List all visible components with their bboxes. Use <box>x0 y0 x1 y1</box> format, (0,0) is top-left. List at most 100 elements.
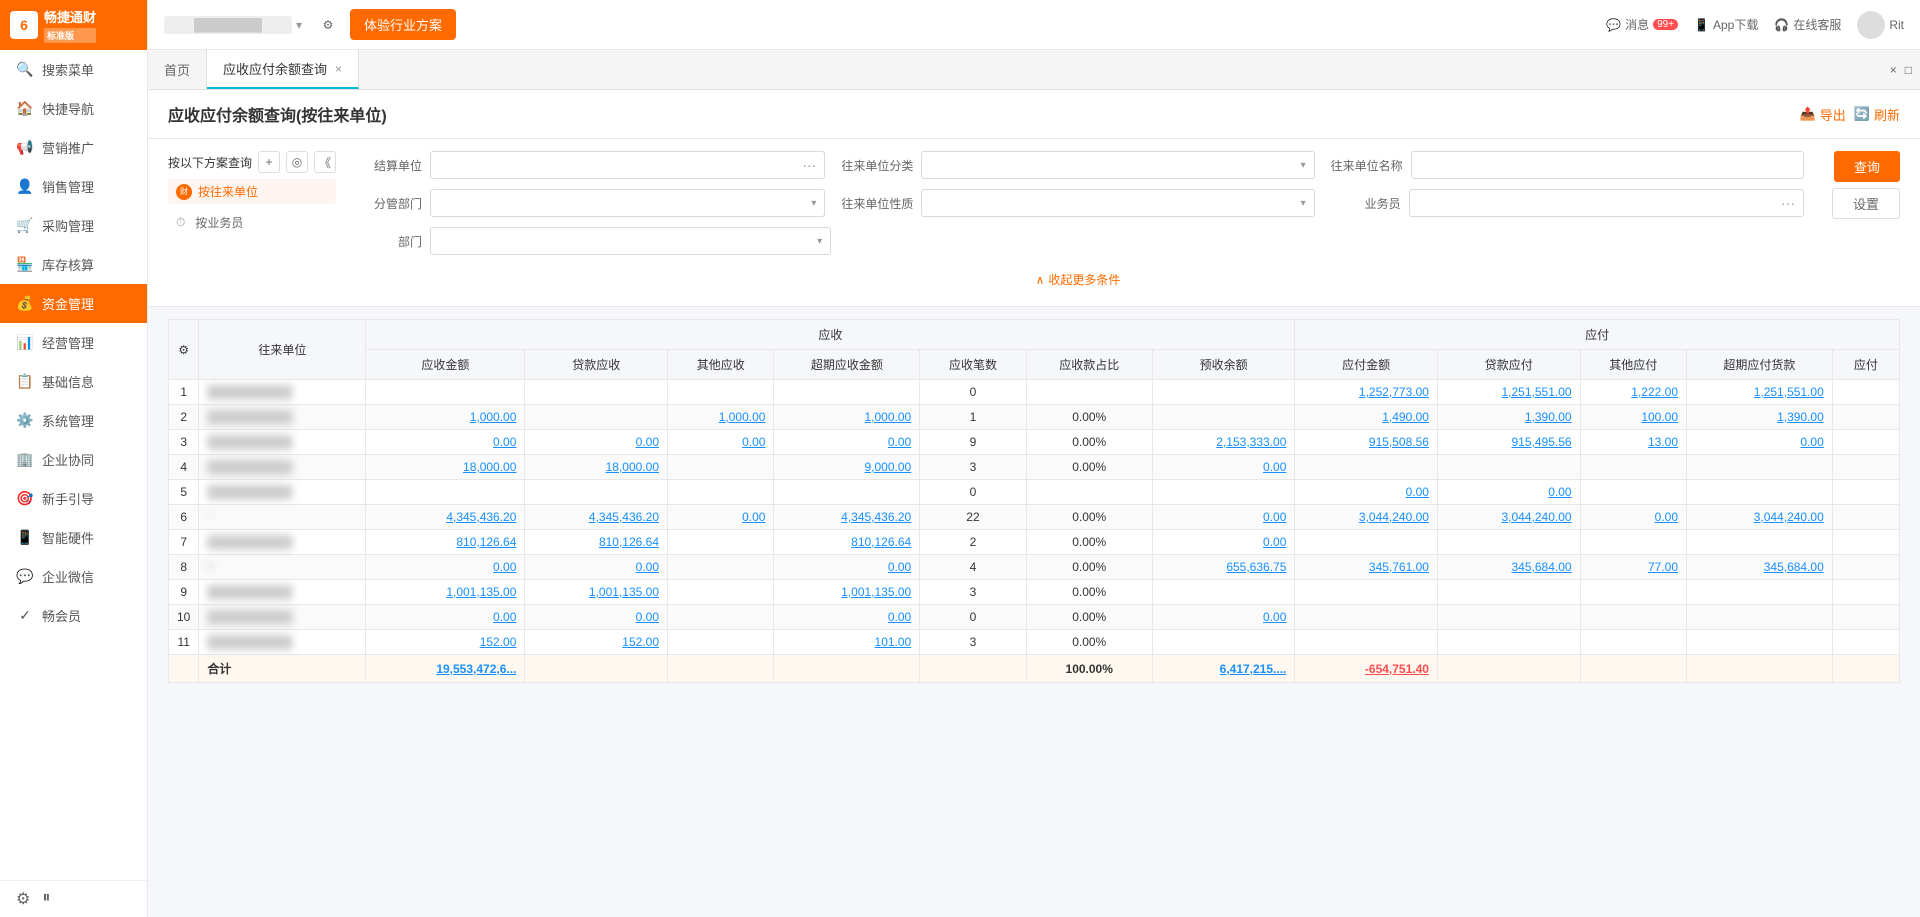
breadcrumb: ████████ ▾ <box>164 16 306 34</box>
table-row: 1██████████01,252,773.001,251,551.001,22… <box>169 380 1900 405</box>
close-all-tabs-icon[interactable]: × <box>1890 63 1897 77</box>
settlement-label: 结算单位 <box>352 157 422 174</box>
tab-receivable-query[interactable]: 应收应付余额查询 × <box>207 50 359 89</box>
basic-icon: 📋 <box>16 373 34 391</box>
table-area: ⚙ 往来单位 应收 应付 应收金额 贷款应收 其他应收 超期应收金额 应收笔数 … <box>148 307 1920 917</box>
sidebar-item-finance[interactable]: 💰 资金管理 <box>0 284 147 323</box>
sidebar-item-quick-nav[interactable]: 🏠 快捷导航 <box>0 89 147 128</box>
message-label: 消息 <box>1625 16 1649 33</box>
tabbar: 首页 应收应付余额查询 × × □ <box>148 50 1920 90</box>
name-input[interactable] <box>1411 151 1804 179</box>
inventory-icon: 🏪 <box>16 256 34 274</box>
sidebar-item-purchase[interactable]: 🛒 采购管理 <box>0 206 147 245</box>
sidebar-item-marketing[interactable]: 📢 营销推广 <box>0 128 147 167</box>
set-button[interactable]: 设置 <box>1832 188 1900 219</box>
message-badge: 99+ <box>1653 19 1678 30</box>
total-prepaid[interactable]: 6,417,215.... <box>1152 655 1295 683</box>
col-counterparty: 往来单位 <box>199 320 366 380</box>
tab-home[interactable]: 首页 <box>148 50 207 89</box>
filter-field-nature: 往来单位性质 ▾ <box>841 189 1314 217</box>
table-settings-icon[interactable]: ⚙ <box>169 320 199 380</box>
sidebar-item-guide[interactable]: 🎯 新手引导 <box>0 479 147 518</box>
category-input[interactable]: ▾ <box>921 151 1314 179</box>
sidebar-item-basic[interactable]: 📋 基础信息 <box>0 362 147 401</box>
page-header: 应收应付余额查询(按往来单位) 📤 导出 🔄 刷新 <box>148 90 1920 139</box>
nature-label: 往来单位性质 <box>841 195 913 212</box>
category-chevron-icon: ▾ <box>1301 160 1306 171</box>
sidebar-item-inventory[interactable]: 🏪 库存核算 <box>0 245 147 284</box>
export-button[interactable]: 📤 导出 <box>1800 105 1846 124</box>
message-button[interactable]: 💬 消息 99+ <box>1606 16 1678 33</box>
export-icon: 📤 <box>1800 106 1816 122</box>
sidebar-label-search: 搜索菜单 <box>42 60 94 79</box>
sidebar-label-purchase: 采购管理 <box>42 216 94 235</box>
bizdept-input[interactable]: ▾ <box>430 227 831 255</box>
sidebar-item-corp[interactable]: 🏢 企业协同 <box>0 440 147 479</box>
scheme-item-salesperson[interactable]: ⏱ 按业务员 <box>168 210 336 235</box>
total-rec-ratio: 100.00% <box>1026 655 1152 683</box>
online-service-button[interactable]: 🎧 在线客服 <box>1774 16 1841 33</box>
gear-button[interactable]: ⚙ <box>314 11 342 39</box>
query-button[interactable]: 查询 <box>1834 151 1900 182</box>
col-group-payable: 应付 <box>1295 320 1900 350</box>
operation-icon: 📊 <box>16 334 34 352</box>
edit-scheme-button[interactable]: ◎ <box>286 151 308 173</box>
app-download-button[interactable]: 📱 App下载 <box>1694 16 1758 33</box>
scheme-item-counterparty[interactable]: 财 按往来单位 <box>168 179 336 204</box>
sidebar-label-hardware: 智能硬件 <box>42 528 94 547</box>
collapse-scheme-button[interactable]: 《 <box>314 151 336 173</box>
table-row: 8P0.000.000.0040.00%655,636.75345,761.00… <box>169 555 1900 580</box>
corp-icon: 🏢 <box>16 451 34 469</box>
sidebar-item-search-menu[interactable]: 🔍 搜索菜单 <box>0 50 147 89</box>
filter-row-3: 部门 ▾ <box>352 227 1804 255</box>
dept-label: 分管部门 <box>352 195 422 212</box>
settlement-dots-icon: ··· <box>802 157 816 173</box>
user-area[interactable]: Rit <box>1857 11 1904 39</box>
sidebar-item-sales[interactable]: 👤 销售管理 <box>0 167 147 206</box>
salesperson-input[interactable]: ··· <box>1409 189 1804 217</box>
sidebar-label-inventory: 库存核算 <box>42 255 94 274</box>
sidebar-settings-icon[interactable]: ⚙ <box>16 889 30 909</box>
salesperson-scheme-icon: ⏱ <box>176 215 185 230</box>
total-pay-amount[interactable]: -654,751.40 <box>1295 655 1438 683</box>
filter-field-bizdept: 部门 ▾ <box>352 227 831 255</box>
sidebar-item-hardware[interactable]: 📱 智能硬件 <box>0 518 147 557</box>
dept-input[interactable]: ▾ <box>430 189 825 217</box>
total-rec-amount[interactable]: 19,553,472,6... <box>366 655 525 683</box>
sidebar-collapse-icon[interactable]: ⏸ <box>42 889 50 909</box>
marketing-icon: 📢 <box>16 139 34 157</box>
tab-home-label: 首页 <box>164 60 190 79</box>
collapse-more-button[interactable]: ∧ 收起更多条件 <box>352 265 1804 294</box>
table-row: 11██████████152.00152.00101.0030.00% <box>169 630 1900 655</box>
home-icon: 🏠 <box>16 100 34 118</box>
filter-row-1: 结算单位 ··· 往来单位分类 ▾ <box>352 151 1804 179</box>
sidebar-label-marketing: 营销推广 <box>42 138 94 157</box>
sidebar-label-quick: 快捷导航 <box>42 99 94 118</box>
sidebar-label-corp: 企业协同 <box>42 450 94 469</box>
nature-chevron-icon: ▾ <box>1301 198 1306 209</box>
scheme-counterparty-label: 按往来单位 <box>198 183 258 200</box>
expand-tab-icon[interactable]: □ <box>1905 63 1912 77</box>
sidebar-item-member[interactable]: ✓ 畅会员 <box>0 596 147 635</box>
filter-row-2: 分管部门 ▾ 往来单位性质 ▾ <box>352 189 1804 217</box>
table-row: 2██████████1,000.001,000.001,000.0010.00… <box>169 405 1900 430</box>
tab-close-button[interactable]: × <box>335 62 342 76</box>
sidebar-item-wechat[interactable]: 💬 企业微信 <box>0 557 147 596</box>
sidebar-item-operation[interactable]: 📊 经营管理 <box>0 323 147 362</box>
sidebar-item-system[interactable]: ⚙️ 系统管理 <box>0 401 147 440</box>
refresh-button[interactable]: 🔄 刷新 <box>1854 105 1900 124</box>
tabbar-controls: × □ <box>1882 63 1920 77</box>
sidebar-label-basic: 基础信息 <box>42 372 94 391</box>
sidebar-bottom: ⚙ ⏸ <box>0 880 147 917</box>
add-scheme-button[interactable]: + <box>258 151 280 173</box>
service-icon: 🎧 <box>1774 18 1789 32</box>
filter-top: 按以下方案查询 + ◎ 《 财 按往来单位 ⏱ 按业务员 <box>168 151 1900 294</box>
sales-icon: 👤 <box>16 178 34 196</box>
sidebar-label-operation: 经营管理 <box>42 333 94 352</box>
settlement-input[interactable]: ··· <box>430 151 825 179</box>
content-area: 应收应付余额查询(按往来单位) 📤 导出 🔄 刷新 按以下方案查询 <box>148 90 1920 917</box>
promo-button[interactable]: 体验行业方案 <box>350 9 456 40</box>
finance-icon: 💰 <box>16 295 34 313</box>
col-receivable-count: 应收笔数 <box>920 350 1026 380</box>
nature-input[interactable]: ▾ <box>921 189 1314 217</box>
